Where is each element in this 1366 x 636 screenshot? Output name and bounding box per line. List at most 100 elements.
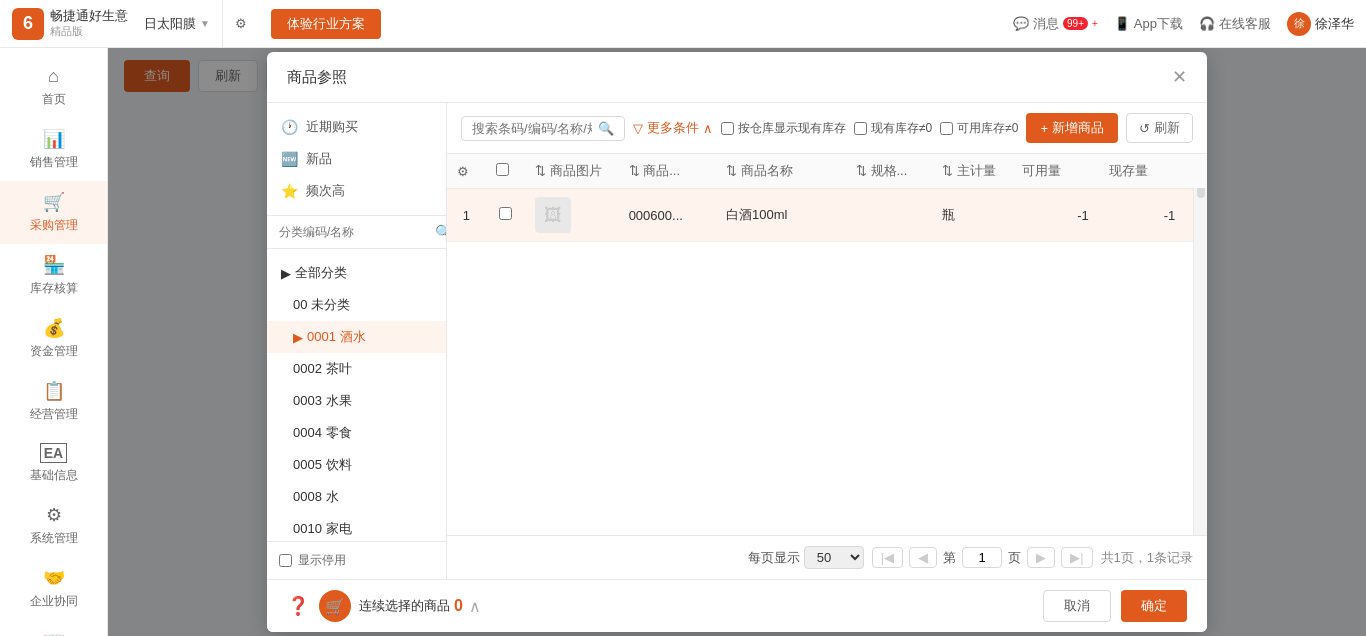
refresh-table-button[interactable]: ↺ 刷新 [1126, 113, 1193, 143]
filter-collapse-icon: ∧ [703, 121, 713, 136]
tab-new-products[interactable]: 🆕 新品 [267, 143, 446, 175]
sidebar-item-enterprise[interactable]: 🤝 企业协同 [0, 557, 107, 620]
col-stock-header[interactable]: 现存量 [1099, 154, 1186, 189]
page-number-input[interactable] [962, 547, 1002, 568]
sidebar-label-finance: 资金管理 [30, 343, 78, 360]
industry-solution-button[interactable]: 体验行业方案 [271, 9, 381, 39]
sidebar-label-basic-info: 基础信息 [30, 467, 78, 484]
messages-button[interactable]: 💬 消息 99+ + [1013, 15, 1098, 33]
settings-icon[interactable]: ⚙ [223, 16, 259, 31]
stock-not-zero-label: 现有库存≠0 [871, 120, 932, 137]
page-unit-label: 页 [1008, 549, 1021, 567]
warehouse-display-checkbox[interactable] [721, 122, 734, 135]
row-code-cell: 000600... [619, 189, 716, 242]
logo-text: 畅捷通好生意 [50, 8, 128, 25]
sidebar-item-finance[interactable]: 💰 资金管理 [0, 307, 107, 370]
tree-item-tea[interactable]: 0002 茶叶 [267, 353, 446, 385]
purchase-icon: 🛒 [43, 191, 65, 213]
avail-not-zero-checkbox[interactable] [940, 122, 953, 135]
product-reference-modal: 商品参照 ✕ 🕐 近期购买 🆕 [267, 52, 1207, 632]
col-name-header[interactable]: ⇅ 商品名称 [716, 154, 846, 189]
sidebar-item-home[interactable]: ⌂ 首页 [0, 56, 107, 118]
sidebar-item-operations[interactable]: 📋 经营管理 [0, 370, 107, 433]
search-icon[interactable]: 🔍 [598, 121, 614, 136]
tree-item-fruit[interactable]: 0003 水果 [267, 385, 446, 417]
page-size-label: 每页显示 [748, 549, 800, 567]
stock-not-zero-checkbox[interactable] [854, 122, 867, 135]
select-all-checkbox[interactable] [496, 163, 509, 176]
modal-left-tabs: 🕐 近期购买 🆕 新品 ⭐ 频次高 [267, 103, 446, 216]
col-name-sort-icon: ⇅ [726, 163, 737, 178]
online-service-button[interactable]: 🎧 在线客服 [1199, 15, 1271, 33]
category-search-icon[interactable]: 🔍 [435, 224, 447, 240]
category-search-area: 🔍 [267, 216, 446, 249]
tree-item-drinks[interactable]: 0005 饮料 [267, 449, 446, 481]
product-table: ⚙ ⇅ 商品图片 [447, 154, 1207, 242]
more-filters-button[interactable]: ▽ 更多条件 ∧ [633, 119, 713, 137]
user-profile[interactable]: 徐 徐泽华 [1287, 12, 1354, 36]
col-checkbox-header[interactable] [486, 154, 525, 189]
row-name-cell: 白酒100ml [716, 189, 846, 242]
prev-page-button[interactable]: ◀ [909, 547, 937, 568]
warehouse-display-label: 按仓库显示现有库存 [738, 120, 846, 137]
col-spec-header[interactable]: ⇅ 规格... [846, 154, 933, 189]
add-product-button[interactable]: + 新增商品 [1026, 113, 1118, 143]
row-checkbox-cell[interactable] [486, 189, 525, 242]
sidebar-item-basic-info[interactable]: EA 基础信息 [0, 433, 107, 494]
sidebar-label-enterprise: 企业协同 [30, 593, 78, 610]
col-code-sort-icon: ⇅ [629, 163, 640, 178]
cart-button[interactable]: 🛒 [319, 590, 351, 622]
finance-icon: 💰 [43, 317, 65, 339]
tree-item-appliances[interactable]: 0010 家电 [267, 513, 446, 541]
sidebar-item-purchase[interactable]: 🛒 采购管理 [0, 181, 107, 244]
tab-frequent[interactable]: ⭐ 频次高 [267, 175, 446, 207]
tree-item-water[interactable]: 0008 水 [267, 481, 446, 513]
app-download-button[interactable]: 📱 App下载 [1114, 15, 1183, 33]
show-disabled-checkbox[interactable] [279, 554, 292, 567]
messages-badge: 99+ [1063, 17, 1088, 30]
tree-item-liquor[interactable]: ▶ 0001 酒水 [267, 321, 446, 353]
vertical-scrollbar[interactable] [1193, 154, 1207, 535]
sidebar-item-system[interactable]: ⚙ 系统管理 [0, 494, 107, 557]
col-code-header[interactable]: ⇅ 商品... [619, 154, 716, 189]
modal-footer: ❓ 🛒 连续选择的商品 0 ∧ 取消 确定 [267, 579, 1207, 632]
sidebar-item-sales[interactable]: 📊 销售管理 [0, 118, 107, 181]
first-page-button[interactable]: |◀ [872, 547, 903, 568]
cancel-button[interactable]: 取消 [1043, 590, 1111, 622]
table-row[interactable]: 1 🖼 [447, 189, 1207, 242]
sidebar-label-sales: 销售管理 [30, 154, 78, 171]
nav-selector[interactable]: 日太阳膜 ▼ [132, 0, 223, 48]
modal-overlay: 商品参照 ✕ 🕐 近期购买 🆕 [108, 48, 1366, 636]
content-area: 查询 刷新 设置 商品参照 ✕ 🕐 [108, 48, 1366, 636]
sidebar-label-purchase: 采购管理 [30, 217, 78, 234]
category-search-input[interactable] [279, 225, 429, 239]
col-unit-header[interactable]: ⇅ 主计量 [932, 154, 1012, 189]
sales-icon: 📊 [43, 128, 65, 150]
tree-item-all[interactable]: ▶ 全部分类 [267, 257, 446, 289]
tab-recent-purchase[interactable]: 🕐 近期购买 [267, 111, 446, 143]
last-page-button[interactable]: ▶| [1061, 547, 1092, 568]
page-size-select[interactable]: 50 100 200 [804, 546, 864, 569]
col-avail-header[interactable]: 可用量 [1012, 154, 1099, 189]
modal-body: 🕐 近期购买 🆕 新品 ⭐ 频次高 [267, 103, 1207, 579]
message-icon: 💬 [1013, 16, 1029, 31]
col-settings-header[interactable]: ⚙ [447, 154, 486, 189]
next-page-button[interactable]: ▶ [1027, 547, 1055, 568]
product-search-input[interactable] [472, 121, 592, 136]
col-img-header: ⇅ 商品图片 [525, 154, 619, 189]
modal-close-button[interactable]: ✕ [1172, 66, 1187, 88]
logo-icon: 6 [12, 8, 44, 40]
footer-collapse-icon[interactable]: ∧ [469, 597, 481, 616]
row-spec-cell [846, 189, 933, 242]
help-icon[interactable]: ❓ [287, 595, 309, 617]
stock-not-zero-filter: 现有库存≠0 [854, 120, 932, 137]
sidebar-item-guide[interactable]: 📖 新手引导 [0, 620, 107, 636]
sidebar-item-inventory[interactable]: 🏪 库存核算 [0, 244, 107, 307]
confirm-button[interactable]: 确定 [1121, 590, 1187, 622]
tree-item-uncategorized[interactable]: 00 未分类 [267, 289, 446, 321]
toolbar-right: + 新增商品 ↺ 刷新 [1026, 113, 1193, 143]
row-checkbox[interactable] [499, 207, 512, 220]
tree-item-snacks[interactable]: 0004 零食 [267, 417, 446, 449]
modal-toolbar: 🔍 ▽ 更多条件 ∧ 按仓库显示现有库存 [447, 103, 1207, 154]
row-avail-cell: -1 [1012, 189, 1099, 242]
